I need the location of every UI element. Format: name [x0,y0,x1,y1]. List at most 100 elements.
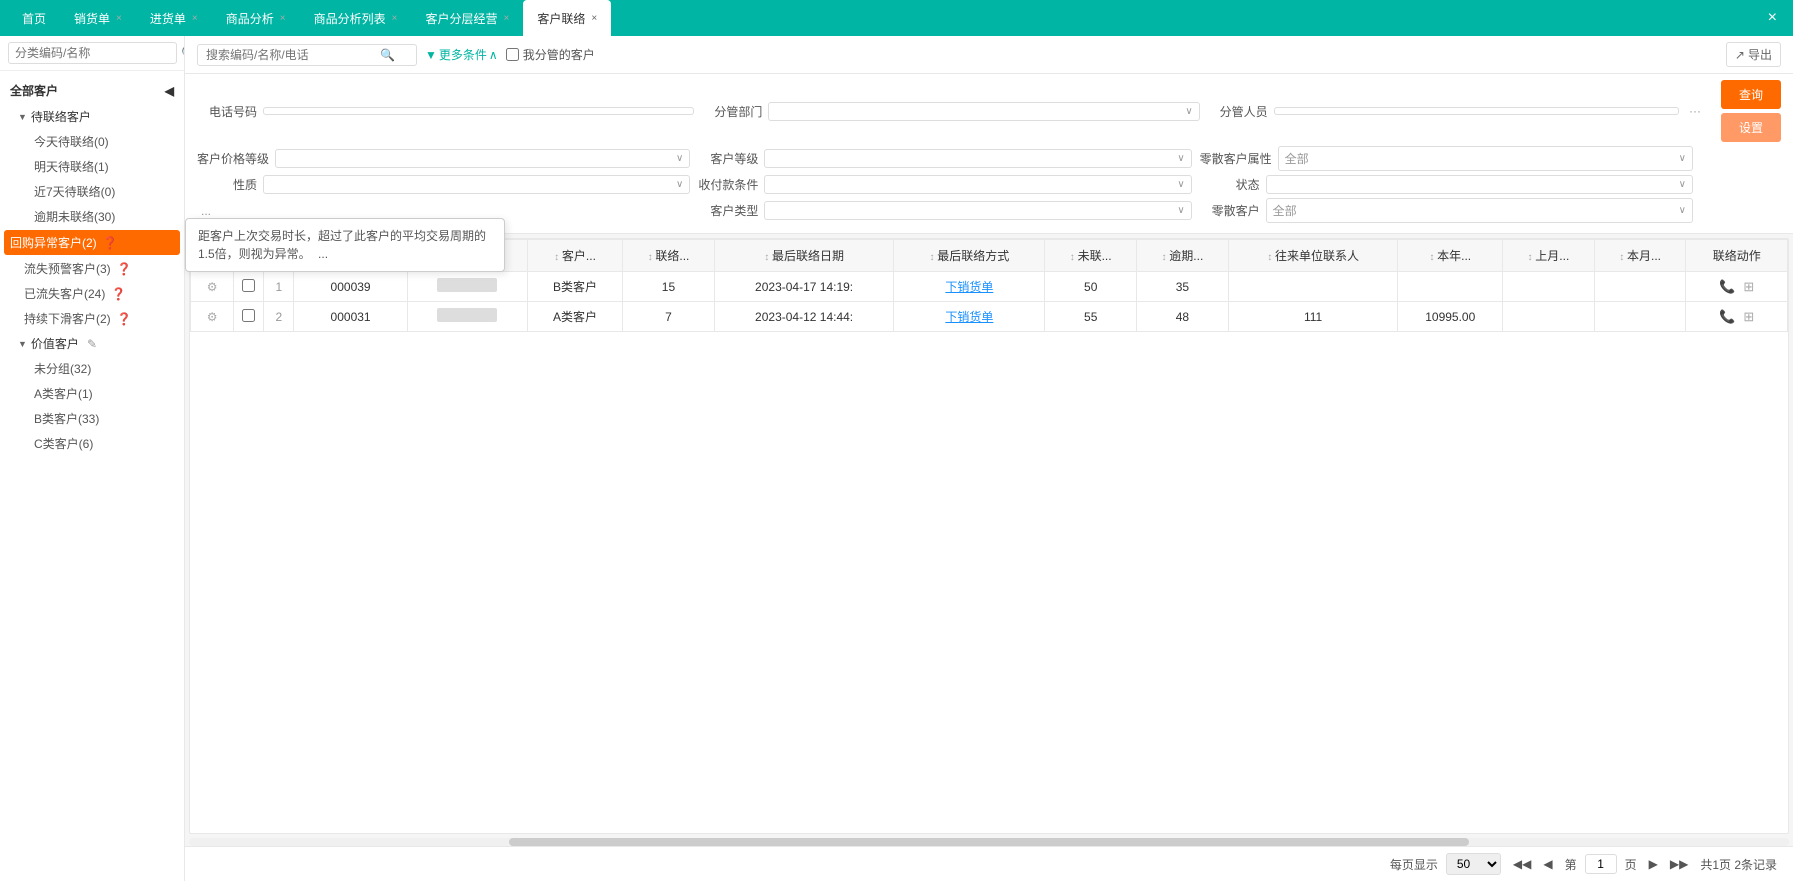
filter-customer-level: 客户等级 ∨ [698,149,1191,168]
payment-select[interactable]: ∨ [764,175,1191,194]
close-product-analysis[interactable]: × [280,13,286,24]
search-input[interactable] [206,48,376,62]
query-button[interactable]: 查询 [1721,80,1781,109]
customer-level-select[interactable]: ∨ [764,149,1191,168]
window-close-icon[interactable]: × [1760,9,1785,27]
my-customers-check[interactable] [506,48,519,61]
edit-icon[interactable]: ✎ [87,337,97,351]
filter-price-level: 客户价格等级 ∨ [197,149,690,168]
close-purchase-order[interactable]: × [192,13,198,24]
more-conditions-btn[interactable]: ▼ 更多条件 ∧ [425,46,498,63]
sidebar-item-declining[interactable]: 持续下滑客户(2) ❓ [0,306,184,331]
contact-method-link[interactable]: 下销货单 [945,280,993,294]
nav-product-analysis-list[interactable]: 商品分析列表 × [300,0,412,36]
row-settings-icon[interactable]: ⚙ [207,280,218,294]
sidebar-item-a-class[interactable]: A类客户(1) [10,381,184,406]
nav-customer-contact[interactable]: 客户联络 × [523,0,611,36]
phone-input[interactable] [263,107,694,115]
data-table-container: ⚙ 客户编码 客户名称 客户... 联络... 最后联络日期 最后联络方式 未联… [189,238,1789,834]
sidebar-collapse-btn[interactable]: ◀ [165,84,174,98]
row-checkbox[interactable] [242,309,255,322]
col-contact[interactable]: 联络... [623,240,715,272]
search-icon[interactable]: 🔍 [380,48,395,62]
row-num: 1 [264,272,294,302]
sidebar-item-7days[interactable]: 近7天待联络(0) [10,179,184,204]
row4-ellipsis[interactable]: ... [197,204,215,218]
grid-action-icon[interactable]: ⊞ [1743,309,1754,325]
sidebar-item-ungroup[interactable]: 未分组(32) [10,356,184,381]
retail-attr-select[interactable]: 全部 ∨ [1278,146,1693,171]
first-page-btn[interactable]: ◀◀ [1509,855,1535,873]
table-row: ⚙1000039B类客户152023-04-17 14:19:下销货单5035 … [191,272,1788,302]
status-select[interactable]: ∨ [1266,175,1693,194]
sidebar-item-b-class[interactable]: B类客户(33) [10,406,184,431]
row-settings[interactable]: ⚙ [191,302,234,332]
close-product-analysis-list[interactable]: × [392,13,398,24]
phone-action-icon[interactable]: 📞 [1719,279,1735,295]
phone-action-icon[interactable]: 📞 [1719,309,1735,325]
row-settings-icon[interactable]: ⚙ [207,310,218,324]
sidebar-item-abnormal-repurchase[interactable]: 回购异常客户(2) ❓ [4,230,180,255]
sidebar-item-c-class[interactable]: C类客户(6) [10,431,184,456]
nature-select[interactable]: ∨ [263,175,690,194]
grid-action-icon[interactable]: ⊞ [1743,279,1754,295]
sidebar-item-churn-warning[interactable]: 流失预警客户(3) ❓ [0,256,184,281]
col-this-year[interactable]: 本年... [1398,240,1503,272]
row-unit-contact [1228,272,1398,302]
col-last-contact-date[interactable]: 最后联络日期 [714,240,894,272]
col-unit-contact[interactable]: 往来单位联系人 [1228,240,1398,272]
horizontal-scrollbar[interactable] [189,838,1789,846]
filter-ellipsis-cell: ... [197,204,690,218]
customer-name-blur [437,308,497,322]
row-last-month [1503,302,1595,332]
col-overdue[interactable]: 逾期... [1137,240,1229,272]
my-customers-checkbox[interactable]: 我分管的客户 [506,46,595,63]
sidebar-item-churned[interactable]: 已流失客户(24) ❓ [0,281,184,306]
close-customer-contact[interactable]: × [591,13,597,24]
col-last-contact-method[interactable]: 最后联络方式 [894,240,1045,272]
sidebar-item-tomorrow[interactable]: 明天待联络(1) [10,154,184,179]
prev-page-btn[interactable]: ◀ [1539,855,1556,873]
manager-input[interactable] [1274,107,1679,115]
export-button[interactable]: ↗ 导出 [1726,42,1781,67]
filter-zero-retail: 零散客户 全部 ∨ [1200,198,1693,223]
col-uncontacted[interactable]: 未联... [1045,240,1137,272]
per-page-select[interactable]: 50 100 200 [1446,853,1501,875]
row-last-contact-date: 2023-04-17 14:19: [714,272,894,302]
row-checkbox[interactable] [242,279,255,292]
sidebar-search-input[interactable] [8,42,177,64]
scrollbar-thumb[interactable] [509,838,1469,846]
contact-method-link[interactable]: 下销货单 [945,310,993,324]
filter-department: 分管部门 ∨ [702,102,1199,121]
price-level-select[interactable]: ∨ [275,149,690,168]
dept-select[interactable]: ∨ [768,102,1199,121]
col-last-month[interactable]: 上月... [1503,240,1595,272]
status-label: 状态 [1200,176,1260,193]
tooltip-ellipsis[interactable]: ... [318,247,328,261]
sidebar-all-customers[interactable]: 全部客户 ◀ [0,77,184,104]
manager-ellipsis[interactable]: ··· [1685,104,1705,118]
row-settings[interactable]: ⚙ [191,272,234,302]
page-number-input[interactable] [1585,854,1617,874]
nav-sales-order[interactable]: 销货单 × [60,0,136,36]
close-customer-tiering[interactable]: × [503,13,509,24]
next-page-btn[interactable]: ▶ [1645,855,1662,873]
nav-product-analysis[interactable]: 商品分析 × [212,0,300,36]
col-this-month[interactable]: 本月... [1594,240,1686,272]
sidebar-pending-contact-header[interactable]: ▼ 待联络客户 [10,104,184,129]
col-category[interactable]: 客户... [527,240,622,272]
close-sales-order[interactable]: × [116,13,122,24]
filter-row-1: 电话号码 分管部门 ∨ 分管人员 ··· 查询 设置 [197,80,1781,142]
sidebar-value-header[interactable]: ▼ 价值客户 ✎ [10,331,184,356]
last-page-btn[interactable]: ▶▶ [1666,855,1692,873]
filter-row-2: 客户价格等级 ∨ 客户等级 ∨ 零散客户属性 全部 [197,146,1781,171]
nav-purchase-order[interactable]: 进货单 × [136,0,212,36]
sidebar-item-today[interactable]: 今天待联络(0) [10,129,184,154]
nav-home[interactable]: 首页 [8,0,60,36]
customer-type-select[interactable]: ∨ [764,201,1191,220]
sidebar-item-overdue[interactable]: 逾期未联络(30) [10,204,184,229]
setting-button[interactable]: 设置 [1721,113,1781,142]
nav-customer-tiering[interactable]: 客户分层经营 × [411,0,523,36]
zero-retail-select[interactable]: 全部 ∨ [1266,198,1693,223]
search-box: 🔍 [197,44,417,66]
